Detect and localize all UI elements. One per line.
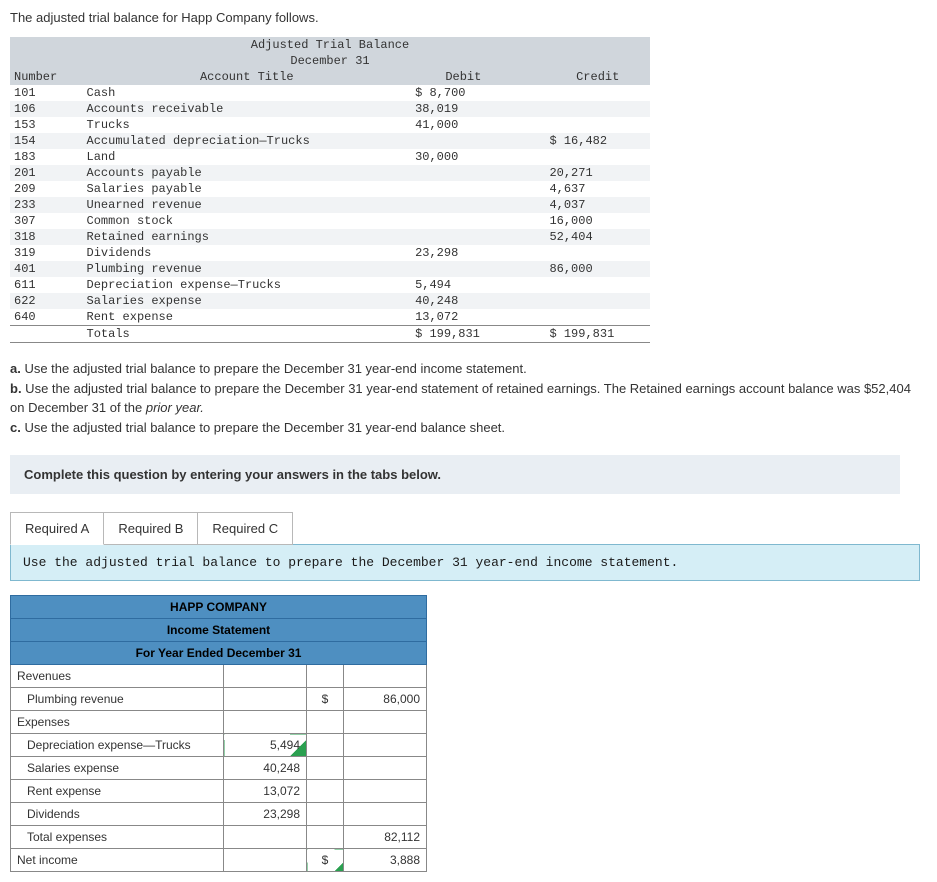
tb-col-debit: Debit [411, 69, 516, 85]
tab-instruction: Use the adjusted trial balance to prepar… [10, 544, 920, 581]
dep-val[interactable]: 5,494 [224, 734, 307, 757]
net-sym: $ [307, 849, 344, 872]
net-val[interactable]: 3,888 [344, 849, 427, 872]
tab-required-a[interactable]: Required A [10, 512, 104, 545]
tab-required-c[interactable]: Required C [197, 512, 293, 545]
plumbing-sym: $ [307, 688, 344, 711]
tb-totals-credit: $ 199,831 [545, 326, 650, 343]
rent-val[interactable]: 13,072 [224, 780, 307, 803]
tb-title-1: Adjusted Trial Balance [10, 37, 650, 53]
tb-row: 401Plumbing revenue86,000 [10, 261, 650, 277]
tb-row: 153Trucks41,000 [10, 117, 650, 133]
tabs-container: Required A Required B Required C [10, 512, 927, 545]
rent-label[interactable]: Rent expense [11, 780, 224, 803]
q-b-em: prior year. [146, 400, 204, 415]
tb-row: 106Accounts receivable38,019 [10, 101, 650, 117]
tb-col-credit: Credit [545, 69, 650, 85]
tb-row: 183Land30,000 [10, 149, 650, 165]
tb-col-number: Number [10, 69, 83, 85]
plumbing-val[interactable]: 86,000 [344, 688, 427, 711]
sal-val[interactable]: 40,248 [224, 757, 307, 780]
tb-totals-debit: $ 199,831 [411, 326, 516, 343]
q-c-bold: c. [10, 420, 21, 435]
q-a-text: Use the adjusted trial balance to prepar… [21, 361, 527, 376]
net-label: Net income [11, 849, 224, 872]
tb-totals-label: Totals [83, 326, 412, 343]
answer-period: For Year Ended December 31 [11, 642, 427, 665]
tb-row: 318Retained earnings52,404 [10, 229, 650, 245]
tb-row: 622Salaries expense40,248 [10, 293, 650, 309]
revenues-label: Revenues [11, 665, 224, 688]
tb-row: 307Common stock16,000 [10, 213, 650, 229]
tb-row: 611Depreciation expense—Trucks5,494 [10, 277, 650, 293]
q-a-bold: a. [10, 361, 21, 376]
div-val[interactable]: 23,298 [224, 803, 307, 826]
trial-balance-table: Adjusted Trial Balance December 31 Numbe… [10, 37, 650, 343]
tb-row: 640Rent expense13,072 [10, 309, 650, 326]
intro-text: The adjusted trial balance for Happ Comp… [10, 10, 927, 25]
expenses-label: Expenses [11, 711, 224, 734]
totexp-label: Total expenses [11, 826, 224, 849]
tb-row: 209Salaries payable4,637 [10, 181, 650, 197]
div-label[interactable]: Dividends [11, 803, 224, 826]
instruction-box: Complete this question by entering your … [10, 455, 900, 494]
plumbing-label[interactable]: Plumbing revenue [11, 688, 224, 711]
answer-company: HAPP COMPANY [11, 596, 427, 619]
q-c-text: Use the adjusted trial balance to prepar… [21, 420, 505, 435]
tb-row: 201Accounts payable20,271 [10, 165, 650, 181]
tb-row: 154Accumulated depreciation—Trucks$ 16,4… [10, 133, 650, 149]
tb-col-account: Account Title [83, 69, 412, 85]
tb-title-2: December 31 [10, 53, 650, 69]
income-statement-table: HAPP COMPANY Income Statement For Year E… [10, 595, 427, 872]
tb-row: 233Unearned revenue4,037 [10, 197, 650, 213]
q-b-bold: b. [10, 381, 22, 396]
tb-row: 101Cash$ 8,700 [10, 85, 650, 101]
dep-label[interactable]: Depreciation expense—Trucks [11, 734, 224, 757]
sal-label[interactable]: Salaries expense [11, 757, 224, 780]
questions-block: a. Use the adjusted trial balance to pre… [10, 359, 927, 437]
totexp-val[interactable]: 82,112 [344, 826, 427, 849]
answer-stmt: Income Statement [11, 619, 427, 642]
tab-required-b[interactable]: Required B [103, 512, 198, 545]
tb-row: 319Dividends23,298 [10, 245, 650, 261]
